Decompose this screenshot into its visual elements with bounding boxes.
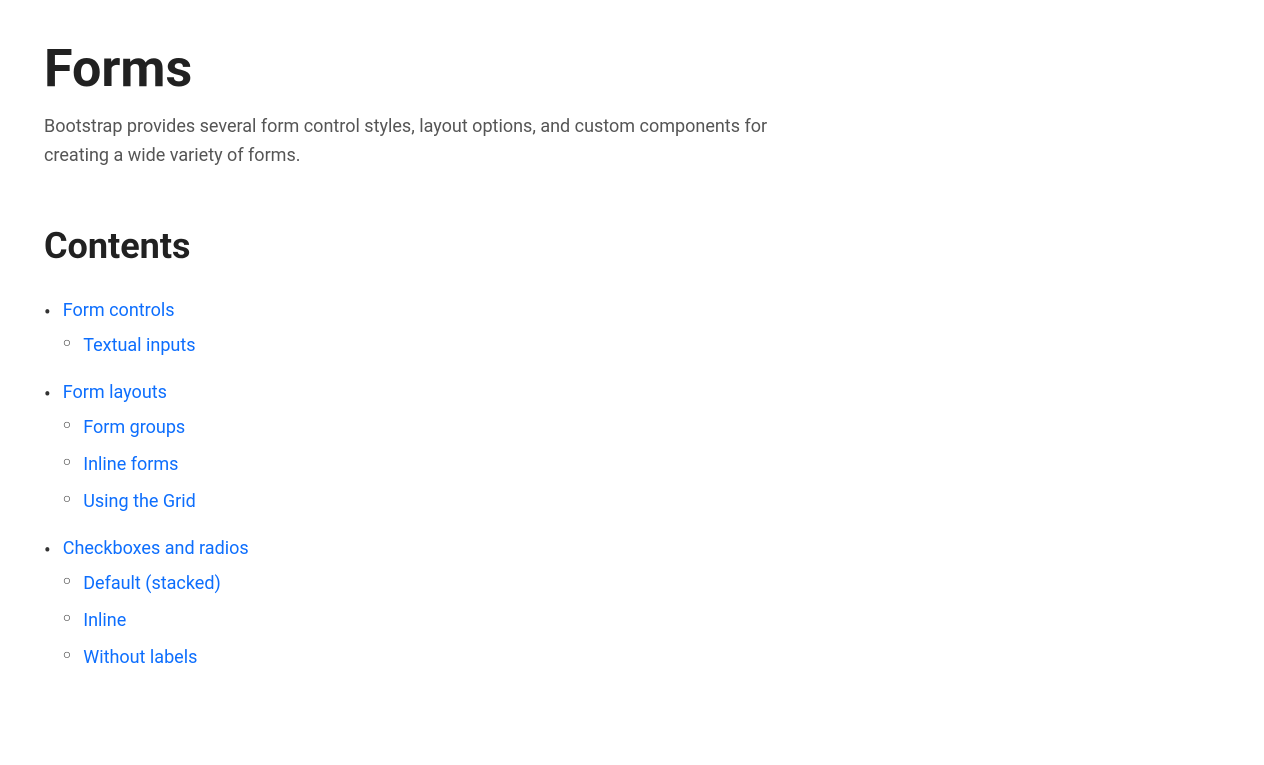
toc-subitem-without-labels: ○ Without labels	[63, 644, 249, 671]
bullet-form-groups: ○	[63, 414, 71, 438]
bullet-default-stacked: ○	[63, 570, 71, 594]
toc-subitem-inline-forms: ○ Inline forms	[63, 451, 196, 478]
bullet-textual-inputs: ○	[63, 332, 71, 356]
toc-link-inline-forms[interactable]: Inline forms	[83, 451, 178, 478]
toc-link-textual-inputs[interactable]: Textual inputs	[83, 332, 195, 359]
bullet-inline: ○	[63, 607, 71, 631]
bullet-without-labels: ○	[63, 644, 71, 668]
toc-subitem-textual-inputs: ○ Textual inputs	[63, 332, 196, 359]
toc-link-form-layouts[interactable]: Form layouts	[63, 379, 196, 406]
toc-link-without-labels[interactable]: Without labels	[83, 644, 197, 671]
toc-sublist-checkboxes-and-radios: ○ Default (stacked) ○ Inline ○ Without l…	[63, 570, 249, 681]
bullet-form-controls: •	[44, 297, 51, 327]
toc-link-form-controls[interactable]: Form controls	[63, 297, 196, 324]
toc-sublist-form-layouts: ○ Form groups ○ Inline forms ○ Using the…	[63, 414, 196, 525]
toc-item-form-layouts: • Form layouts ○ Form groups ○ Inline fo…	[44, 379, 1220, 525]
toc-link-form-groups[interactable]: Form groups	[83, 414, 185, 441]
toc-link-using-the-grid[interactable]: Using the Grid	[83, 488, 196, 515]
toc-subitem-default-stacked: ○ Default (stacked)	[63, 570, 249, 597]
toc-subitem-inline: ○ Inline	[63, 607, 249, 634]
bullet-using-the-grid: ○	[63, 488, 71, 512]
toc-item-form-controls: • Form controls ○ Textual inputs	[44, 297, 1220, 369]
toc-subitem-using-the-grid: ○ Using the Grid	[63, 488, 196, 515]
toc-item-checkboxes-and-radios: • Checkboxes and radios ○ Default (stack…	[44, 535, 1220, 681]
toc-link-default-stacked[interactable]: Default (stacked)	[83, 570, 221, 597]
page-title: Forms	[44, 40, 1220, 97]
toc-link-inline[interactable]: Inline	[83, 607, 126, 634]
toc-list: • Form controls ○ Textual inputs • Form …	[44, 297, 1220, 681]
bullet-inline-forms: ○	[63, 451, 71, 475]
bullet-form-layouts: •	[44, 379, 51, 409]
bullet-checkboxes-and-radios: •	[44, 535, 51, 565]
page-description: Bootstrap provides several form control …	[44, 113, 804, 171]
toc-link-checkboxes-and-radios[interactable]: Checkboxes and radios	[63, 535, 249, 562]
toc-sublist-form-controls: ○ Textual inputs	[63, 332, 196, 369]
toc-subitem-form-groups: ○ Form groups	[63, 414, 196, 441]
contents-heading: Contents	[44, 219, 1220, 273]
